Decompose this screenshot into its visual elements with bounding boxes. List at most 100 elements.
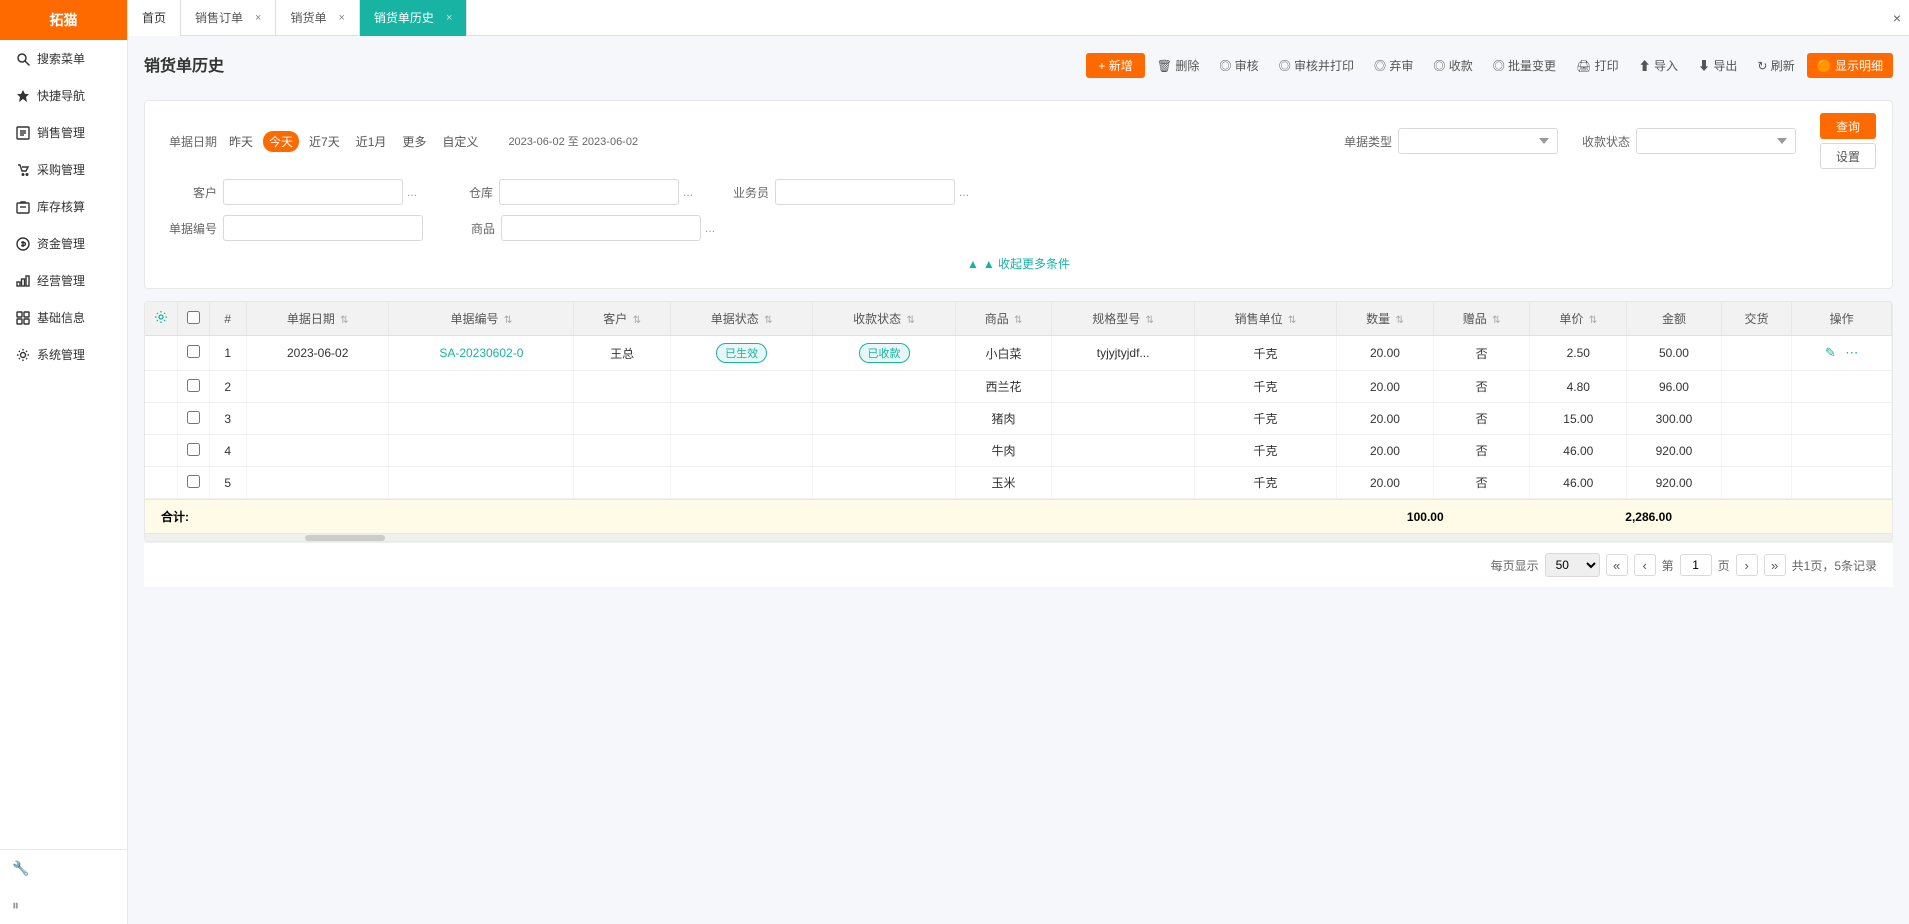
refresh-button[interactable]: ↻ 刷新 xyxy=(1749,53,1802,78)
th-customer[interactable]: 客户 ⇅ xyxy=(574,302,671,336)
row-checkbox[interactable] xyxy=(187,379,200,392)
cell-doc-no[interactable]: SA-20230602-0 xyxy=(389,336,574,371)
filter-customer-input[interactable] xyxy=(223,179,403,205)
row-checkbox[interactable] xyxy=(187,443,200,456)
date-tag-1month[interactable]: 近1月 xyxy=(350,131,393,152)
horizontal-scrollbar[interactable] xyxy=(145,533,1892,541)
sidebar-footer-help[interactable]: 🔧 xyxy=(0,850,127,887)
tab-sales-order[interactable]: 销售订单 × xyxy=(181,0,276,36)
filter-warehouse-input[interactable] xyxy=(499,179,679,205)
th-doc-status[interactable]: 单据状态 ⇅ xyxy=(670,302,812,336)
cell-checkbox[interactable] xyxy=(177,336,209,371)
audit-button[interactable]: ◎ 审核 xyxy=(1211,53,1266,78)
sidebar-item-purchase-mgmt[interactable]: 采购管理 xyxy=(0,151,127,188)
cell-unit-price: 46.00 xyxy=(1530,467,1627,499)
filter-salesperson-input[interactable] xyxy=(775,179,955,205)
cell-customer xyxy=(574,403,671,435)
th-doc-no[interactable]: 单据编号 ⇅ xyxy=(389,302,574,336)
next-page-button[interactable]: › xyxy=(1736,554,1758,576)
date-tag-custom[interactable]: 自定义 xyxy=(436,131,484,152)
receive-button[interactable]: ◎ 收款 xyxy=(1425,53,1480,78)
filter-docno-input[interactable] xyxy=(223,215,423,241)
cell-doc-no[interactable] xyxy=(389,371,574,403)
cell-doc-no[interactable] xyxy=(389,403,574,435)
last-page-button[interactable]: » xyxy=(1764,554,1786,576)
collapse-button[interactable]: ▲ ▲ 收起更多条件 xyxy=(161,251,1876,276)
setting-button[interactable]: 设置 xyxy=(1820,143,1876,169)
row-checkbox[interactable] xyxy=(187,345,200,358)
sidebar-item-search-menu[interactable]: 搜索菜单 xyxy=(0,40,127,77)
delete-button[interactable]: 🗑 删除 xyxy=(1149,53,1208,78)
tab-sales-order-close[interactable]: × xyxy=(255,12,261,24)
table-row: 2 西兰花 千克 20.00 否 4.80 96.00 xyxy=(145,371,1892,403)
tab-delivery-history[interactable]: 销货单历史 × xyxy=(360,0,467,36)
cell-checkbox[interactable] xyxy=(177,371,209,403)
th-qty[interactable]: 数量 ⇅ xyxy=(1337,302,1434,336)
filter-receipt-select[interactable] xyxy=(1636,128,1796,154)
query-button[interactable]: 查询 xyxy=(1820,113,1876,139)
batch-change-button[interactable]: ◎ 批量变更 xyxy=(1485,53,1564,78)
tab-delivery[interactable]: 销货单 × xyxy=(276,0,359,36)
cell-doc-status: 已生效 xyxy=(670,336,812,371)
cell-checkbox[interactable] xyxy=(177,467,209,499)
cell-spec xyxy=(1052,467,1194,499)
row-checkbox[interactable] xyxy=(187,475,200,488)
action-edit-button[interactable]: ✎ xyxy=(1822,345,1839,360)
filter-warehouse-ellipsis[interactable]: ... xyxy=(679,183,697,201)
th-receipt-status[interactable]: 收款状态 ⇅ xyxy=(813,302,955,336)
tab-delivery-history-close[interactable]: × xyxy=(446,12,452,24)
date-tag-more[interactable]: 更多 xyxy=(396,131,432,152)
window-close-button[interactable]: × xyxy=(1893,10,1901,26)
row-checkbox[interactable] xyxy=(187,411,200,424)
sidebar-item-basic-info[interactable]: 基础信息 xyxy=(0,299,127,336)
filter-doctype-select[interactable] xyxy=(1398,128,1558,154)
tab-delivery-close[interactable]: × xyxy=(338,12,344,24)
sidebar-item-ops-mgmt[interactable]: 经营管理 xyxy=(0,262,127,299)
prev-page-button[interactable]: ‹ xyxy=(1634,554,1656,576)
sidebar-item-finance-mgmt[interactable]: 资金管理 xyxy=(0,225,127,262)
sidebar-item-quick-nav[interactable]: 快捷导航 xyxy=(0,77,127,114)
export-button[interactable]: ⬇ 导出 xyxy=(1690,53,1745,78)
cell-checkbox[interactable] xyxy=(177,435,209,467)
cell-unit-price: 2.50 xyxy=(1530,336,1627,371)
th-doc-date[interactable]: 单据日期 ⇅ xyxy=(247,302,389,336)
tab-home[interactable]: 首页 xyxy=(128,0,181,36)
th-spec[interactable]: 规格型号 ⇅ xyxy=(1052,302,1194,336)
cell-index: 3 xyxy=(209,403,247,435)
import-button[interactable]: ⬆ 导入 xyxy=(1631,53,1686,78)
cell-doc-no[interactable] xyxy=(389,467,574,499)
print-button[interactable]: 🖨 打印 xyxy=(1568,53,1627,78)
date-tag-today[interactable]: 今天 xyxy=(263,131,299,152)
abandon-button[interactable]: ◎ 弃审 xyxy=(1366,53,1421,78)
th-sales-unit[interactable]: 销售单位 ⇅ xyxy=(1194,302,1336,336)
select-all-checkbox[interactable] xyxy=(187,311,200,324)
sidebar-footer-pause[interactable]: ⏸ xyxy=(0,887,127,924)
page-number-input[interactable]: 1 xyxy=(1680,554,1712,576)
date-tag-7days[interactable]: 近7天 xyxy=(303,131,346,152)
filter-salesperson-ellipsis[interactable]: ... xyxy=(955,183,973,201)
th-unit-price[interactable]: 单价 ⇅ xyxy=(1530,302,1627,336)
show-detail-button[interactable]: 🟠 显示明细 xyxy=(1807,53,1893,78)
per-page-select[interactable]: 50 100 xyxy=(1545,553,1600,577)
th-settings[interactable] xyxy=(145,302,177,336)
sidebar-item-inventory-calc[interactable]: 库存核算 xyxy=(0,188,127,225)
th-checkbox[interactable] xyxy=(177,302,209,336)
th-goods[interactable]: 商品 ⇅ xyxy=(955,302,1052,336)
new-button[interactable]: + 新增 xyxy=(1086,53,1144,78)
audit-print-button[interactable]: ◎ 审核并打印 xyxy=(1271,53,1362,78)
action-more-button[interactable]: ⋯ xyxy=(1842,345,1861,360)
date-tag-yesterday[interactable]: 昨天 xyxy=(223,131,259,152)
th-gift[interactable]: 赠品 ⇅ xyxy=(1433,302,1530,336)
scrollbar-thumb[interactable] xyxy=(305,535,385,541)
sys-mgmt-icon xyxy=(15,347,31,363)
cell-checkbox[interactable] xyxy=(177,403,209,435)
sidebar-item-sys-mgmt[interactable]: 系统管理 xyxy=(0,336,127,373)
cell-doc-status xyxy=(670,403,812,435)
sales-mgmt-icon xyxy=(15,125,31,141)
sidebar-item-sales-mgmt[interactable]: 销售管理 xyxy=(0,114,127,151)
filter-goods-ellipsis[interactable]: ... xyxy=(701,219,719,237)
first-page-button[interactable]: « xyxy=(1606,554,1628,576)
filter-goods-input[interactable] xyxy=(501,215,701,241)
filter-customer-ellipsis[interactable]: ... xyxy=(403,183,421,201)
cell-doc-no[interactable] xyxy=(389,435,574,467)
